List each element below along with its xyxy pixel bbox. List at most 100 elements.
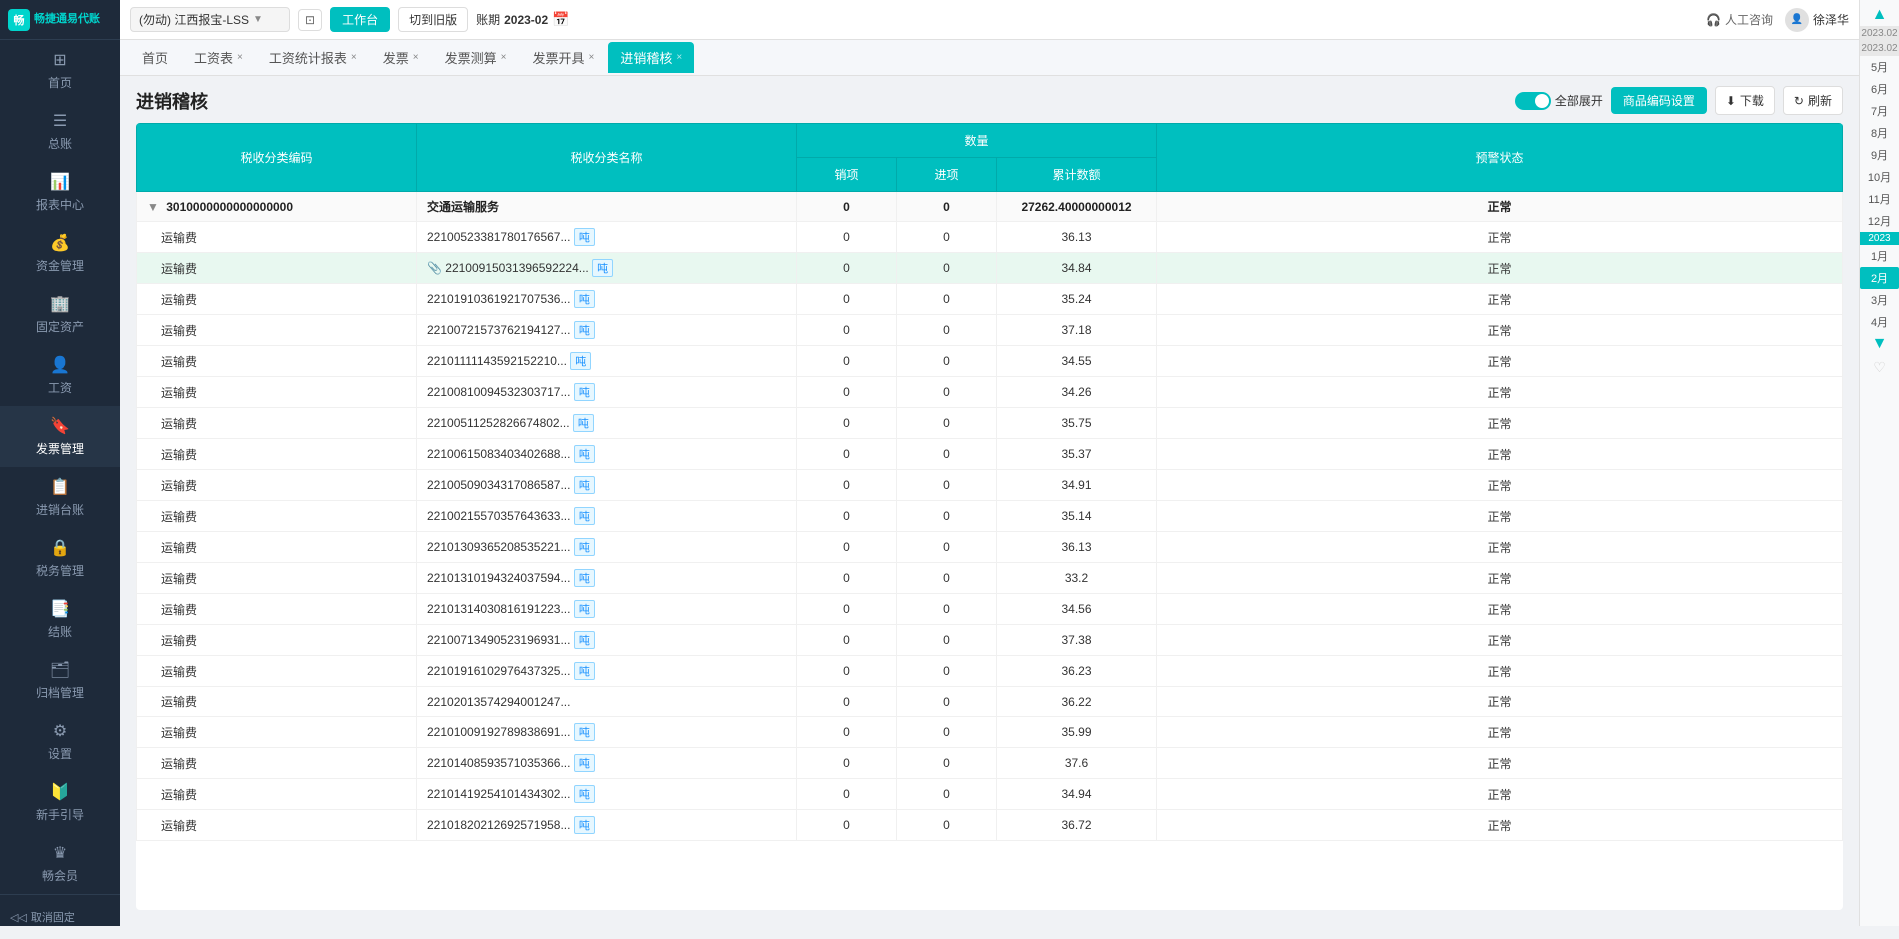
cal-month-10[interactable]: 10月 — [1860, 166, 1899, 188]
cal-nav-down[interactable]: ▼ — [1872, 333, 1888, 355]
table-row[interactable]: 运输费 22102013574294001247... 0 0 36.22 正常 — [137, 687, 1843, 717]
table-row[interactable]: 运输费 22100215570357643633... 吨 0 0 35.14 … — [137, 501, 1843, 532]
item-status-cell: 正常 — [1157, 501, 1843, 532]
unit-tag: 吨 — [574, 290, 595, 308]
workbench-button[interactable]: 工作台 — [330, 7, 390, 32]
cal-month-11[interactable]: 11月 — [1860, 188, 1899, 210]
unit-tag: 吨 — [574, 445, 595, 463]
page-title: 进销稽核 — [136, 88, 208, 114]
cal-month-3[interactable]: 3月 — [1860, 289, 1899, 311]
cal-month-8[interactable]: 8月 — [1860, 122, 1899, 144]
tab-invoice-close[interactable]: × — [413, 52, 419, 63]
unpin-button[interactable]: ◁◁ 取消固定 — [10, 905, 110, 929]
table-row[interactable]: 运输费 📎 22100915031396592224... 吨 0 0 34.8… — [137, 253, 1843, 284]
table-row[interactable]: 运输费 22101314030816191223... 吨 0 0 34.56 … — [137, 594, 1843, 625]
table-row[interactable]: 运输费 22101916102976437325... 吨 0 0 36.23 … — [137, 656, 1843, 687]
cal-month-2-active[interactable]: 2月 — [1860, 267, 1899, 289]
expand-toggle-switch[interactable] — [1515, 92, 1551, 110]
table-row[interactable]: 运输费 22101910361921707536... 吨 0 0 35.24 … — [137, 284, 1843, 315]
table-row[interactable]: 运输费 22101111143592152210... 吨 0 0 34.55 … — [137, 346, 1843, 377]
sidebar-item-fund[interactable]: 💰 资金管理 — [0, 223, 120, 284]
sidebar-item-salary[interactable]: 👤 工资 — [0, 345, 120, 406]
table-row[interactable]: 运输费 22100810094532303717... 吨 0 0 34.26 … — [137, 377, 1843, 408]
sales-desk-icon: 📋 — [50, 477, 70, 497]
table-row[interactable]: ▼ 3010000000000000000 交通运输服务 0 0 27262.4… — [137, 192, 1843, 222]
company-selector[interactable]: (勿动) 江西报宝-LSS ▼ — [130, 7, 290, 32]
sidebar-item-home[interactable]: ⊞ 首页 — [0, 40, 120, 101]
cal-nav-up[interactable]: ▲ — [1872, 4, 1888, 26]
sidebar-item-label: 首页 — [48, 74, 72, 91]
item-taxcode-cell: 📎 22100915031396592224... 吨 — [417, 253, 797, 284]
cal-month-1[interactable]: 1月 — [1860, 245, 1899, 267]
item-cumulative-cell: 35.24 — [997, 284, 1157, 315]
download-button[interactable]: ⬇ 下载 — [1715, 86, 1775, 115]
tab-sales-check[interactable]: 进销稽核 × — [608, 42, 694, 73]
table-row[interactable]: 运输费 22101419254101434302... 吨 0 0 34.94 … — [137, 779, 1843, 810]
sidebar-item-assets[interactable]: 🏢 固定资产 — [0, 284, 120, 345]
tab-sales-check-close[interactable]: × — [676, 52, 682, 63]
item-name-cell: 运输费 — [137, 656, 417, 687]
item-status-cell: 正常 — [1157, 284, 1843, 315]
cal-month-12[interactable]: 12月 — [1860, 210, 1899, 232]
sidebar-item-vip[interactable]: ♛ 畅会员 — [0, 833, 120, 894]
refresh-button[interactable]: ↻ 刷新 — [1783, 86, 1843, 115]
table-row[interactable]: 运输费 22101408593571035366... 吨 0 0 37.6 正… — [137, 748, 1843, 779]
cal-month-7[interactable]: 7月 — [1860, 100, 1899, 122]
tab-salary-report-close[interactable]: × — [351, 52, 357, 63]
cal-year-2023-02-top: 2023.02 — [1860, 26, 1899, 41]
cal-month-6[interactable]: 6月 — [1860, 78, 1899, 100]
table-row[interactable]: 运输费 22100509034317086587... 吨 0 0 34.91 … — [137, 470, 1843, 501]
copy-button[interactable]: ⊡ — [298, 9, 322, 31]
sidebar-item-tax[interactable]: 🔒 税务管理 — [0, 528, 120, 589]
table-row[interactable]: 运输费 22101820212692571958... 吨 0 0 36.72 … — [137, 810, 1843, 841]
tab-salary[interactable]: 工资表 × — [182, 42, 255, 73]
table-row[interactable]: 运输费 22101309365208535221... 吨 0 0 36.13 … — [137, 532, 1843, 563]
expand-triangle[interactable]: ▼ — [147, 200, 159, 214]
item-purchase-cell: 0 — [897, 408, 997, 439]
sidebar-item-settle[interactable]: 📑 结账 — [0, 589, 120, 650]
table-row[interactable]: 运输费 22100713490523196931... 吨 0 0 37.38 … — [137, 625, 1843, 656]
item-purchase-cell: 0 — [897, 810, 997, 841]
sidebar-item-archive[interactable]: 🗂 归档管理 — [0, 650, 120, 711]
item-sales-cell: 0 — [797, 346, 897, 377]
sidebar-item-settings[interactable]: ⚙ 设置 — [0, 711, 120, 772]
table-row[interactable]: 运输费 22100615083403402688... 吨 0 0 35.37 … — [137, 439, 1843, 470]
tab-home[interactable]: 首页 — [130, 42, 180, 73]
tab-invoice-calc-close[interactable]: × — [501, 52, 507, 63]
tab-invoice-calc[interactable]: 发票测算 × — [433, 42, 519, 73]
table-row[interactable]: 运输费 22101310194324037594... 吨 0 0 33.2 正… — [137, 563, 1843, 594]
cal-month-9[interactable]: 9月 — [1860, 144, 1899, 166]
sidebar-item-sales-desk[interactable]: 📋 进销台账 — [0, 467, 120, 528]
invoice-icon: 🔖 — [50, 416, 70, 436]
item-status-cell: 正常 — [1157, 625, 1843, 656]
item-name-cell: 运输费 — [137, 284, 417, 315]
unit-tag: 吨 — [574, 321, 595, 339]
support-label: 人工咨询 — [1725, 11, 1773, 28]
cal-month-4[interactable]: 4月 — [1860, 311, 1899, 333]
item-status-cell: 正常 — [1157, 439, 1843, 470]
support-button[interactable]: 🎧 人工咨询 — [1706, 11, 1773, 28]
item-purchase-cell: 0 — [897, 748, 997, 779]
item-status-cell: 正常 — [1157, 470, 1843, 501]
settings-button[interactable]: 商品编码设置 — [1611, 87, 1707, 114]
cal-month-5[interactable]: 5月 — [1860, 56, 1899, 78]
tab-salary-report[interactable]: 工资统计报表 × — [257, 42, 369, 73]
table-row[interactable]: 运输费 22100511252826674802... 吨 0 0 35.75 … — [137, 408, 1843, 439]
file-attachment-icon[interactable]: 📎 — [427, 261, 442, 275]
table-row[interactable]: 运输费 22100523381780176567... 吨 0 0 36.13 … — [137, 222, 1843, 253]
tab-invoice-open-close[interactable]: × — [588, 52, 594, 63]
user-menu[interactable]: 👤 徐泽华 — [1785, 8, 1849, 32]
item-sales-cell: 0 — [797, 439, 897, 470]
sidebar-item-reports[interactable]: 📊 报表中心 — [0, 162, 120, 223]
calendar-icon[interactable]: 📅 — [552, 11, 569, 28]
table-row[interactable]: 运输费 22100721573762194127... 吨 0 0 37.18 … — [137, 315, 1843, 346]
tab-invoice-open[interactable]: 发票开具 × — [520, 42, 606, 73]
table-row[interactable]: 运输费 22101009192789838691... 吨 0 0 35.99 … — [137, 717, 1843, 748]
switch-version-button[interactable]: 切到旧版 — [398, 7, 468, 32]
tab-salary-close[interactable]: × — [237, 52, 243, 63]
item-taxcode-cell: 22101916102976437325... 吨 — [417, 656, 797, 687]
tab-invoice[interactable]: 发票 × — [371, 42, 431, 73]
sidebar-item-guide[interactable]: 🔰 新手引导 — [0, 772, 120, 833]
sidebar-item-invoice-mgmt[interactable]: 🔖 发票管理 — [0, 406, 120, 467]
sidebar-item-ledger[interactable]: ☰ 总账 — [0, 101, 120, 162]
